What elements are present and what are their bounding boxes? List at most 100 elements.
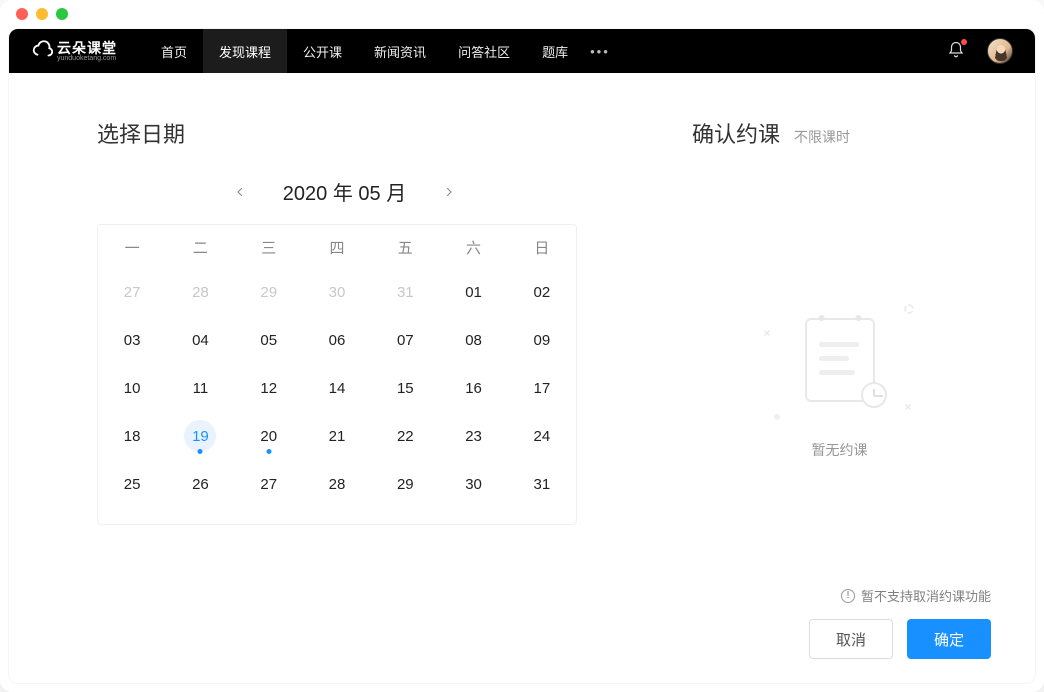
empty-state: × × 暂无约课 <box>688 173 991 586</box>
month-label: 2020 年 05 月 <box>283 177 406 206</box>
calendar-day[interactable]: 22 <box>371 414 439 458</box>
nav-item[interactable]: 发现课程 <box>203 29 287 73</box>
notification-bell[interactable] <box>947 41 965 62</box>
day-number: 19 <box>184 420 216 452</box>
nav-item[interactable]: 公开课 <box>287 29 358 73</box>
calendar-day[interactable]: 07 <box>371 318 439 362</box>
calendar-day[interactable]: 02 <box>508 270 576 314</box>
decoration-icon: × <box>764 326 771 340</box>
window-close-button[interactable] <box>16 8 28 20</box>
day-number: 18 <box>116 420 148 452</box>
day-number: 30 <box>321 276 353 308</box>
nav-more-icon[interactable]: ••• <box>590 44 610 59</box>
calendar-day[interactable]: 29 <box>371 462 439 506</box>
calendar-day[interactable]: 18 <box>98 414 166 458</box>
nav-item[interactable]: 问答社区 <box>442 29 526 73</box>
nav-item[interactable]: 首页 <box>145 29 203 73</box>
calendar-day[interactable]: 11 <box>166 366 234 410</box>
calendar-day[interactable]: 12 <box>235 366 303 410</box>
calendar-day[interactable]: 26 <box>166 462 234 506</box>
day-number: 01 <box>458 276 490 308</box>
day-number: 14 <box>321 372 353 404</box>
calendar-day[interactable]: 06 <box>303 318 371 362</box>
nav-item[interactable]: 题库 <box>526 29 584 73</box>
weekday-label: 日 <box>508 237 576 258</box>
panel-footer: ! 暂不支持取消约课功能 取消 确定 <box>688 586 991 659</box>
month-picker: 2020 年 05 月 <box>97 177 592 206</box>
calendar-day[interactable]: 15 <box>371 366 439 410</box>
weekday-label: 三 <box>235 237 303 258</box>
day-number: 24 <box>526 420 558 452</box>
app-inner: 云朵课堂 yunduoketang.com 首页发现课程公开课新闻资讯问答社区题… <box>8 28 1036 684</box>
day-number: 29 <box>253 276 285 308</box>
day-number: 21 <box>321 420 353 452</box>
info-icon: ! <box>841 589 855 603</box>
calendar-day[interactable]: 09 <box>508 318 576 362</box>
calendar-day: 27 <box>98 270 166 314</box>
window-minimize-button[interactable] <box>36 8 48 20</box>
calendar-day[interactable]: 08 <box>439 318 507 362</box>
calendar-day[interactable]: 03 <box>98 318 166 362</box>
app-window: 云朵课堂 yunduoketang.com 首页发现课程公开课新闻资讯问答社区题… <box>0 0 1044 692</box>
calendar-day: 30 <box>303 270 371 314</box>
content: 选择日期 2020 年 05 月 一二三四五六日 272829303101020… <box>9 73 1035 683</box>
day-number: 08 <box>458 324 490 356</box>
calendar-day[interactable]: 24 <box>508 414 576 458</box>
brand-text: 云朵课堂 yunduoketang.com <box>57 41 117 62</box>
warning-row: ! 暂不支持取消约课功能 <box>688 586 991 605</box>
nav-item[interactable]: 新闻资讯 <box>358 29 442 73</box>
calendar-day[interactable]: 05 <box>235 318 303 362</box>
day-number: 20 <box>253 420 285 452</box>
confirm-button[interactable]: 确定 <box>907 619 991 659</box>
calendar-day[interactable]: 20 <box>235 414 303 458</box>
weekday-label: 四 <box>303 237 371 258</box>
calendar-day[interactable]: 31 <box>508 462 576 506</box>
calendar-day[interactable]: 28 <box>303 462 371 506</box>
calendar-day[interactable]: 14 <box>303 366 371 410</box>
window-titlebar <box>0 0 1044 28</box>
day-number: 23 <box>458 420 490 452</box>
day-number: 15 <box>389 372 421 404</box>
calendar-day[interactable]: 10 <box>98 366 166 410</box>
notification-badge <box>961 39 967 45</box>
calendar-day: 28 <box>166 270 234 314</box>
calendar-day[interactable]: 17 <box>508 366 576 410</box>
date-panel: 选择日期 2020 年 05 月 一二三四五六日 272829303101020… <box>9 73 680 683</box>
day-number: 30 <box>458 468 490 500</box>
brand-domain: yunduoketang.com <box>57 55 117 62</box>
empty-text: 暂无约课 <box>812 440 868 460</box>
day-number: 02 <box>526 276 558 308</box>
calendar-day[interactable]: 27 <box>235 462 303 506</box>
date-panel-title: 选择日期 <box>97 117 592 149</box>
nav-right <box>947 38 1013 64</box>
decoration-icon: × <box>904 400 911 414</box>
confirm-panel-title: 确认约课 <box>692 117 780 149</box>
calendar-day[interactable]: 04 <box>166 318 234 362</box>
calendar-day[interactable]: 16 <box>439 366 507 410</box>
warning-text: 暂不支持取消约课功能 <box>861 586 991 605</box>
calendar-day[interactable]: 23 <box>439 414 507 458</box>
clock-icon <box>861 382 887 408</box>
confirm-panel-header: 确认约课 不限课时 <box>688 117 991 149</box>
user-avatar[interactable] <box>987 38 1013 64</box>
calendar-day: 29 <box>235 270 303 314</box>
day-number: 26 <box>184 468 216 500</box>
confirm-panel-subtitle: 不限课时 <box>794 127 850 147</box>
brand-logo[interactable]: 云朵课堂 yunduoketang.com <box>31 40 117 62</box>
cloud-icon <box>31 40 53 62</box>
calendar-day[interactable]: 19 <box>166 414 234 458</box>
calendar-day[interactable]: 21 <box>303 414 371 458</box>
calendar-day[interactable]: 25 <box>98 462 166 506</box>
chevron-left-icon <box>234 186 246 198</box>
decoration-icon <box>774 414 780 420</box>
day-number: 28 <box>184 276 216 308</box>
next-month-button[interactable] <box>440 183 458 201</box>
day-number: 29 <box>389 468 421 500</box>
calendar-day[interactable]: 01 <box>439 270 507 314</box>
day-number: 11 <box>184 372 216 404</box>
cancel-button[interactable]: 取消 <box>809 619 893 659</box>
calendar-day[interactable]: 30 <box>439 462 507 506</box>
window-maximize-button[interactable] <box>56 8 68 20</box>
prev-month-button[interactable] <box>231 183 249 201</box>
day-number: 17 <box>526 372 558 404</box>
